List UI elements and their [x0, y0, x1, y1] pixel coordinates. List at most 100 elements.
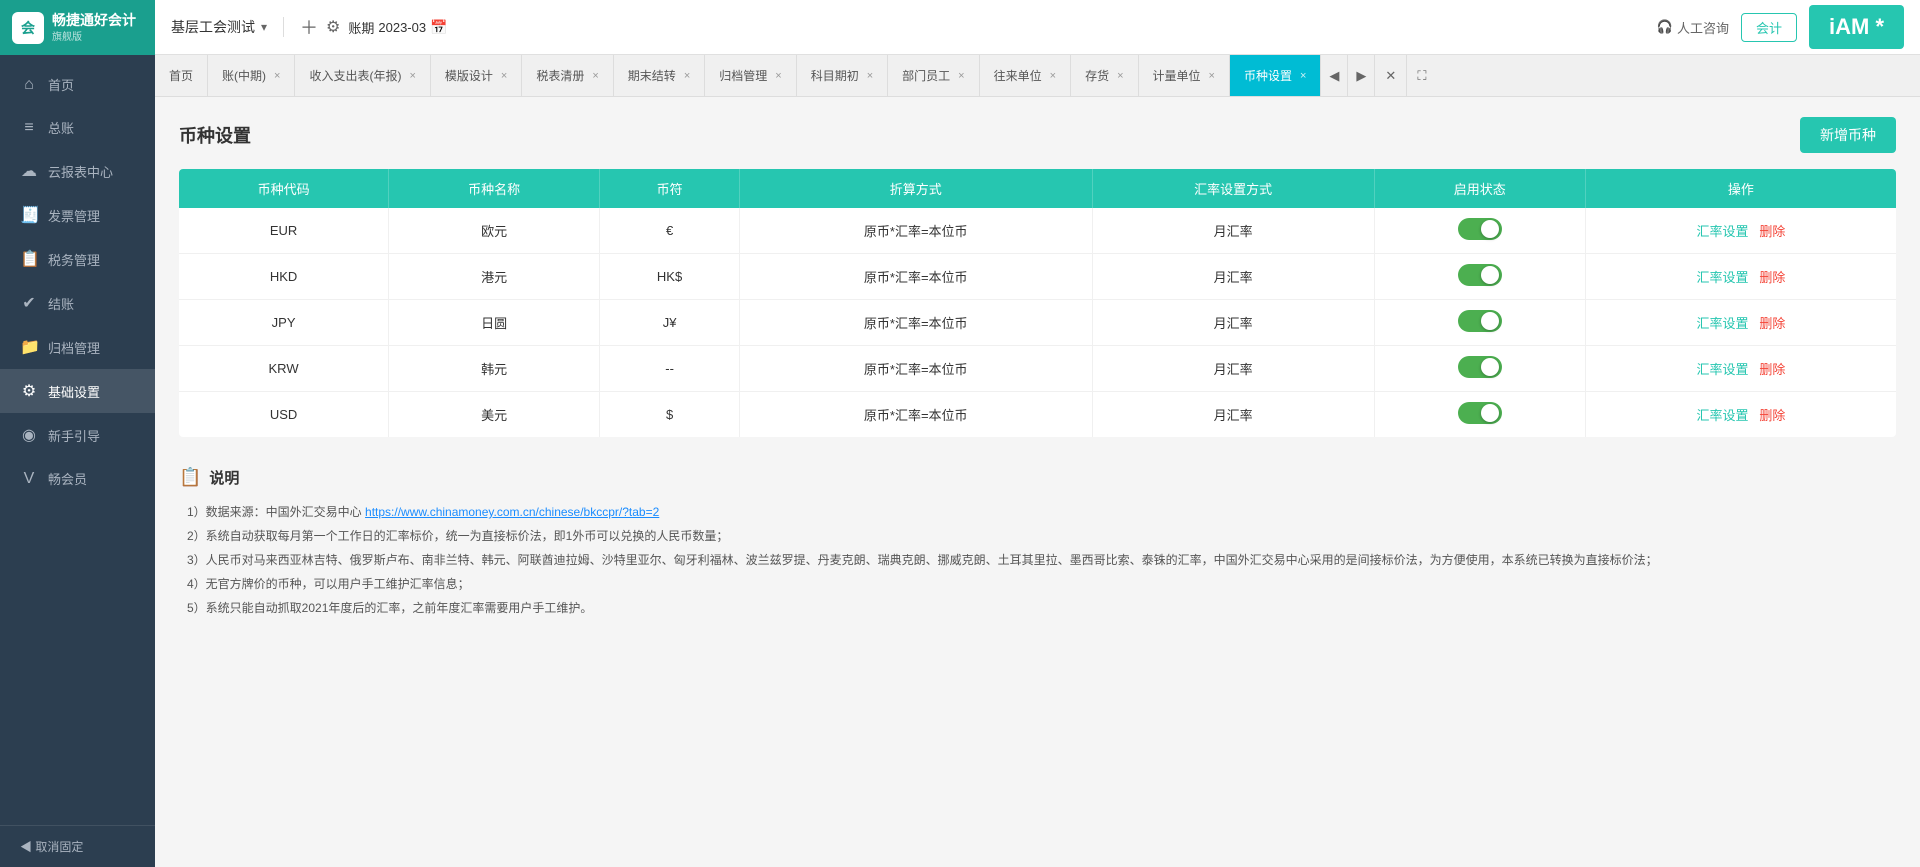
sidebar-item-cloud-report[interactable]: ☁ 云报表中心: [0, 149, 155, 193]
tab-_____[interactable]: 账(中期)×: [208, 55, 295, 96]
tab-____[interactable]: 归档管理×: [705, 55, 796, 96]
basic-icon: ⚙: [20, 381, 38, 401]
currency-toggle-cell: [1374, 392, 1585, 438]
rate-setting-button[interactable]: 汇率设置: [1696, 362, 1748, 377]
sidebar-item-label: 税务管理: [48, 250, 100, 269]
delete-button[interactable]: 删除: [1759, 224, 1785, 239]
sidebar-item-member[interactable]: V 畅会员: [0, 457, 155, 500]
tab-close-icon[interactable]: ×: [867, 70, 873, 82]
chinamoney-link[interactable]: https://www.chinamoney.com.cn/chinese/bk…: [365, 505, 659, 519]
table-row: USD美元$原币*汇率=本位币月汇率汇率设置 删除: [179, 392, 1896, 438]
tab-close-icon[interactable]: ×: [775, 70, 781, 82]
tab-close-icon[interactable]: ×: [501, 70, 507, 82]
currency-rate-type: 月汇率: [1092, 254, 1374, 300]
company-selector[interactable]: 基层工会测试 ▾: [171, 17, 267, 37]
tab-nav-prev[interactable]: ◀: [1321, 55, 1348, 96]
rate-setting-button[interactable]: 汇率设置: [1696, 224, 1748, 239]
tab-close-icon[interactable]: ×: [1300, 70, 1306, 82]
sidebar-item-label: 新手引导: [48, 426, 100, 445]
tab-____[interactable]: 模版设计×: [431, 55, 522, 96]
delete-button[interactable]: 删除: [1759, 362, 1785, 377]
rate-setting-button[interactable]: 汇率设置: [1696, 408, 1748, 423]
tab-____[interactable]: 往来单位×: [980, 55, 1071, 96]
logo-text-group: 畅捷通好会计 旗舰版: [52, 12, 136, 44]
tab-label: 税表清册: [536, 67, 584, 84]
calendar-icon[interactable]: 📅: [430, 19, 447, 36]
currency-calc: 原币*汇率=本位币: [739, 300, 1092, 346]
enabled-toggle[interactable]: [1458, 218, 1502, 240]
currency-calc: 原币*汇率=本位币: [739, 208, 1092, 254]
tab-close-icon[interactable]: ×: [958, 70, 964, 82]
enabled-toggle[interactable]: [1458, 356, 1502, 378]
account-button[interactable]: 会计: [1741, 13, 1797, 42]
notes-title-bar: 📋 说明: [179, 467, 1896, 488]
rate-setting-button[interactable]: 汇率设置: [1696, 316, 1748, 331]
headset-icon: 🎧: [1657, 19, 1673, 35]
enabled-toggle[interactable]: [1458, 402, 1502, 424]
tab-close-icon[interactable]: ×: [409, 70, 415, 82]
sidebar-item-basic[interactable]: ⚙ 基础设置: [0, 369, 155, 413]
cloud-report-icon: ☁: [20, 161, 38, 181]
delete-button[interactable]: 删除: [1759, 408, 1785, 423]
tab-close-icon[interactable]: ×: [684, 70, 690, 82]
toggle-knob: [1481, 404, 1499, 422]
notes-item: 4）无官方牌价的币种，可以用户手工维护汇率信息；: [187, 572, 1896, 596]
iam-button[interactable]: iAM *: [1809, 5, 1904, 49]
currency-actions: 汇率设置 删除: [1585, 300, 1896, 346]
tab-____[interactable]: 计量单位×: [1139, 55, 1230, 96]
tab-____[interactable]: 期末结转 ×: [614, 55, 705, 96]
tab-____[interactable]: 税表清册 ×: [522, 55, 613, 96]
tab-close-icon[interactable]: ×: [274, 70, 280, 82]
enabled-toggle[interactable]: [1458, 264, 1502, 286]
sidebar-item-home[interactable]: ⌂ 首页: [0, 63, 155, 106]
tab-close-icon[interactable]: ×: [1209, 70, 1215, 82]
currency-rate-type: 月汇率: [1092, 346, 1374, 392]
tab-close-icon[interactable]: ×: [592, 70, 598, 82]
tab-label: 币种设置: [1244, 67, 1292, 84]
sidebar-item-ledger[interactable]: ≡ 总账: [0, 106, 155, 149]
sidebar-footer[interactable]: ◀ 取消固定: [0, 825, 155, 867]
archive-icon: 📁: [20, 337, 38, 357]
tab-__[interactable]: 存货×: [1071, 55, 1138, 96]
rate-setting-button[interactable]: 汇率设置: [1696, 270, 1748, 285]
tab-____[interactable]: 部门员工×: [888, 55, 979, 96]
tab-label: 期末结转: [628, 67, 676, 84]
period-selector[interactable]: 账期 2023-03 📅: [348, 18, 447, 37]
delete-button[interactable]: 删除: [1759, 316, 1785, 331]
company-name: 基层工会测试: [171, 17, 255, 37]
currency-actions: 汇率设置 删除: [1585, 208, 1896, 254]
currency-name: 美元: [389, 392, 600, 438]
currency-rate-type: 月汇率: [1092, 300, 1374, 346]
enabled-toggle[interactable]: [1458, 310, 1502, 332]
tab-____[interactable]: 币种设置 ×: [1230, 55, 1321, 96]
tab-_________[interactable]: 收入支出表(年报)×: [295, 55, 430, 96]
notes-title: 说明: [209, 467, 239, 488]
currency-rate-type: 月汇率: [1092, 208, 1374, 254]
tab-close-icon[interactable]: ×: [1117, 70, 1123, 82]
tab-expand-button[interactable]: ⛶: [1407, 55, 1436, 96]
currency-actions: 汇率设置 删除: [1585, 254, 1896, 300]
sidebar: 会 畅捷通好会计 旗舰版 ⌂ 首页≡ 总账☁ 云报表中心🧾 发票管理📋 税务管理…: [0, 0, 155, 867]
tab-____[interactable]: 科目期初×: [797, 55, 888, 96]
currency-name: 日圆: [389, 300, 600, 346]
currency-toggle-cell: [1374, 254, 1585, 300]
notes-item: 1）数据来源：中国外汇交易中心 https://www.chinamoney.c…: [187, 500, 1896, 524]
delete-button[interactable]: 删除: [1759, 270, 1785, 285]
sidebar-item-archive[interactable]: 📁 归档管理: [0, 325, 155, 369]
tab-nav-next[interactable]: ▶: [1348, 55, 1375, 96]
sidebar-item-settlement[interactable]: ✔ 结账: [0, 281, 155, 325]
help-button[interactable]: 🎧 人工咨询: [1657, 18, 1729, 37]
currency-code: EUR: [179, 208, 389, 254]
tab-close-icon[interactable]: ×: [1050, 70, 1056, 82]
add-tab-button[interactable]: ＋: [300, 14, 318, 40]
tab-close-all-button[interactable]: ✕: [1375, 55, 1407, 96]
logo-subtitle: 旗舰版: [52, 28, 136, 43]
sidebar-item-guide[interactable]: ◉ 新手引导: [0, 413, 155, 457]
settings-icon[interactable]: ⚙: [326, 17, 340, 37]
sidebar-item-tax[interactable]: 📋 税务管理: [0, 237, 155, 281]
tab-__[interactable]: 首页: [155, 55, 208, 96]
new-currency-button[interactable]: 新增币种: [1800, 117, 1896, 153]
table-col-汇率设置方式: 汇率设置方式: [1092, 169, 1374, 208]
sidebar-item-invoice[interactable]: 🧾 发票管理: [0, 193, 155, 237]
guide-icon: ◉: [20, 425, 38, 445]
